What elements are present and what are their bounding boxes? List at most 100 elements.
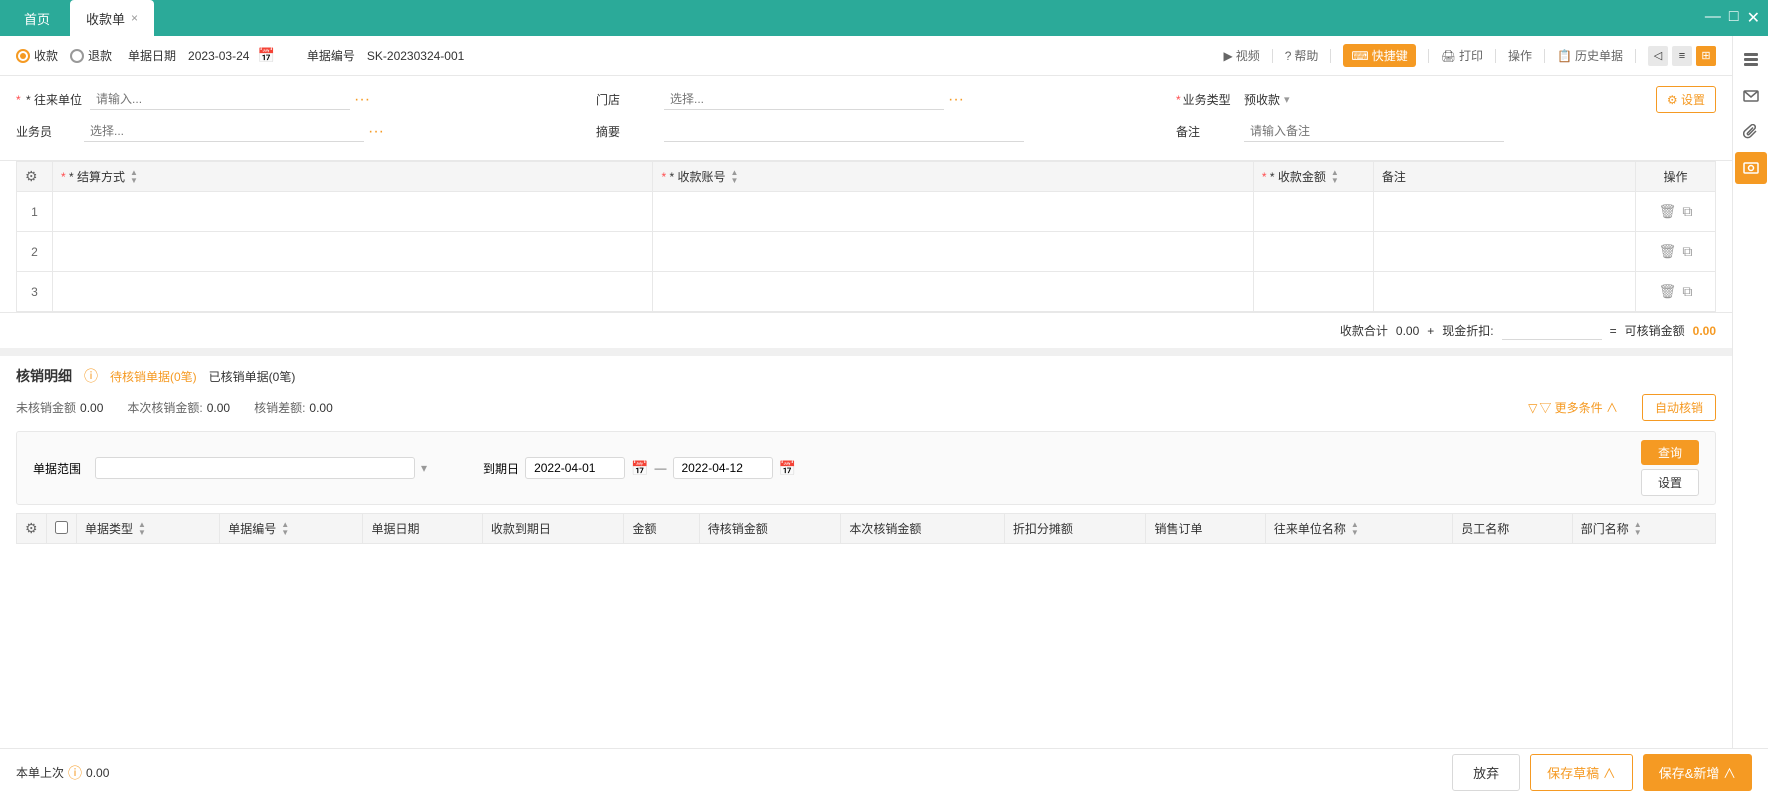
range-input[interactable] <box>95 457 415 479</box>
bth-gear: ⚙ <box>17 514 47 544</box>
more-conditions-btn[interactable]: ▽ ▽ 更多条件 ∧ <box>1528 399 1618 416</box>
tab-close-icon[interactable]: × <box>131 11 138 25</box>
print-btn[interactable]: 🖨 打印 <box>1441 47 1483 64</box>
row2-account[interactable] <box>653 232 1253 272</box>
radio-tuikuan[interactable]: 退款 <box>70 47 112 64</box>
row1-account[interactable] <box>653 192 1253 232</box>
query-btn[interactable]: 查询 <box>1641 440 1699 465</box>
range-arrow[interactable]: ▾ <box>421 461 427 475</box>
divider4 <box>1495 49 1496 63</box>
calendar-icon[interactable]: 📅 <box>257 47 274 64</box>
footer-bar: 本单上次 ⓘ 0.00 放弃 保存草稿 ∧ 保存&新增 ∧ <box>0 748 1768 796</box>
auto-hexiao-btn[interactable]: 自动核销 <box>1642 394 1716 421</box>
range-label: 单据范围 <box>33 460 81 477</box>
abandon-btn[interactable]: 放弃 <box>1452 754 1520 791</box>
row1-settlement[interactable] <box>53 192 653 232</box>
discount-input[interactable] <box>1502 321 1602 340</box>
view-icons: ◁ ≡ ⊞ <box>1648 46 1716 66</box>
bth-discount: 折扣分摊额 <box>1004 514 1146 544</box>
row2-settlement[interactable] <box>53 232 653 272</box>
stat-diff: 核销差额: 0.00 <box>254 399 333 416</box>
th-amount: * * 收款金额 ▲ ▼ <box>1253 162 1373 192</box>
salesman-input[interactable] <box>84 121 364 142</box>
gear-icon[interactable]: ⚙ <box>25 168 38 184</box>
sidebar-table-icon[interactable] <box>1735 44 1767 76</box>
table-row: 2 🗑 ⧉ <box>17 232 1716 272</box>
bill-no-value: SK-20230324-001 <box>367 49 464 63</box>
store-input[interactable] <box>664 89 944 110</box>
copy-icon-2[interactable]: ⧉ <box>1682 243 1692 260</box>
row3-amount[interactable] <box>1253 272 1373 312</box>
date-start-input[interactable] <box>525 457 625 479</box>
video-icon: ▶ <box>1223 49 1232 63</box>
delete-icon-1[interactable]: 🗑 <box>1659 203 1677 220</box>
bth-pending-amount: 待核销金额 <box>699 514 841 544</box>
net-value: 0.00 <box>1693 324 1716 338</box>
tab-current[interactable]: 收款单 × <box>70 0 154 36</box>
row3-account[interactable] <box>653 272 1253 312</box>
operate-btn[interactable]: 操作 <box>1508 47 1532 64</box>
shortcut-btn[interactable]: ⌨ 快捷键 <box>1343 44 1415 67</box>
bottom-gear-icon[interactable]: ⚙ <box>25 520 38 536</box>
delete-icon-2[interactable]: 🗑 <box>1659 243 1677 260</box>
filter-settings-btn[interactable]: 设置 <box>1641 469 1699 496</box>
counterpart-more-btn[interactable]: ··· <box>354 91 370 109</box>
store-more-btn[interactable]: ··· <box>948 91 964 109</box>
calendar-end-icon[interactable]: 📅 <box>779 460 796 477</box>
copy-icon-1[interactable]: ⧉ <box>1682 203 1692 220</box>
sort-counterpart: ▲ ▼ <box>1351 521 1359 537</box>
salesman-more-btn[interactable]: ··· <box>368 123 384 141</box>
video-btn[interactable]: ▶ 视频 <box>1223 47 1259 64</box>
bth-bill-no: 单据编号 ▲ ▼ <box>220 514 363 544</box>
delete-icon-3[interactable]: 🗑 <box>1659 283 1677 300</box>
done-btn[interactable]: 已核销单据(0笔) <box>209 368 296 385</box>
copy-icon-3[interactable]: ⧉ <box>1682 283 1692 300</box>
hexiao-info-icon[interactable]: ⓘ <box>84 366 98 386</box>
history-btn[interactable]: 📋 历史单据 <box>1557 47 1623 64</box>
business-type-arrow[interactable]: ▾ <box>1284 93 1290 106</box>
save-new-btn[interactable]: 保存&新增 ∧ <box>1643 754 1752 791</box>
main-content: 收款 退款 单据日期 2023-03-24 📅 单据编号 SK-20230324… <box>0 36 1732 796</box>
sidebar-mail-icon[interactable] <box>1735 80 1767 112</box>
counterpart-input[interactable] <box>90 89 350 110</box>
settings-btn[interactable]: ⚙ 设置 <box>1656 86 1716 113</box>
select-all-checkbox[interactable] <box>55 521 68 534</box>
remarks-input[interactable] <box>1244 121 1504 142</box>
row1-amount[interactable] <box>1253 192 1373 232</box>
pending-btn[interactable]: 待核销单据(0笔) <box>110 368 197 385</box>
row1-actions: 🗑 ⧉ <box>1636 192 1716 232</box>
row1-remarks[interactable] <box>1373 192 1635 232</box>
unchecked-label: 未核销金额 <box>16 399 76 416</box>
sidebar-paperclip-icon[interactable] <box>1735 116 1767 148</box>
calendar-start-icon[interactable]: 📅 <box>631 460 648 477</box>
divider2 <box>1330 49 1331 63</box>
total-value: 0.00 <box>1396 324 1419 338</box>
row2-remarks[interactable] <box>1373 232 1635 272</box>
minimize-btn[interactable]: — <box>1705 8 1721 28</box>
help-btn[interactable]: ? 帮助 <box>1285 47 1319 64</box>
row3-remarks[interactable] <box>1373 272 1635 312</box>
save-draft-btn[interactable]: 保存草稿 ∧ <box>1530 754 1633 791</box>
radio-shoukuan[interactable]: 收款 <box>16 47 58 64</box>
tab-home[interactable]: 首页 <box>8 0 66 36</box>
due-date-label: 到期日 <box>483 460 519 477</box>
row2-amount[interactable] <box>1253 232 1373 272</box>
date-end-input[interactable] <box>673 457 773 479</box>
row3-settlement[interactable] <box>53 272 653 312</box>
stat-unchecked: 未核销金额 0.00 <box>16 399 103 416</box>
sort-arrows-amount: ▲ ▼ <box>1331 169 1339 185</box>
view-prev[interactable]: ◁ <box>1648 46 1668 66</box>
summary-input[interactable] <box>664 121 1024 142</box>
unchecked-value: 0.00 <box>80 401 103 415</box>
sort-bill-type: ▲ ▼ <box>138 521 146 537</box>
close-btn[interactable]: ✕ <box>1747 8 1760 28</box>
sidebar-screenshot-icon[interactable] <box>1735 152 1767 184</box>
view-list[interactable]: ≡ <box>1672 46 1692 66</box>
view-form[interactable]: ⊞ <box>1696 46 1716 66</box>
filter-row: 单据范围 ▾ 到期日 📅 — 📅 查询 设置 <box>16 431 1716 505</box>
bottom-table-header: ⚙ 单据类型 ▲ ▼ <box>17 514 1716 544</box>
maximize-btn[interactable]: □ <box>1729 8 1739 28</box>
hexiao-title: 核销明细 <box>16 366 72 386</box>
footer-info-icon[interactable]: ⓘ <box>68 763 82 783</box>
sort-arrows-settlement: ▲ ▼ <box>130 169 138 185</box>
